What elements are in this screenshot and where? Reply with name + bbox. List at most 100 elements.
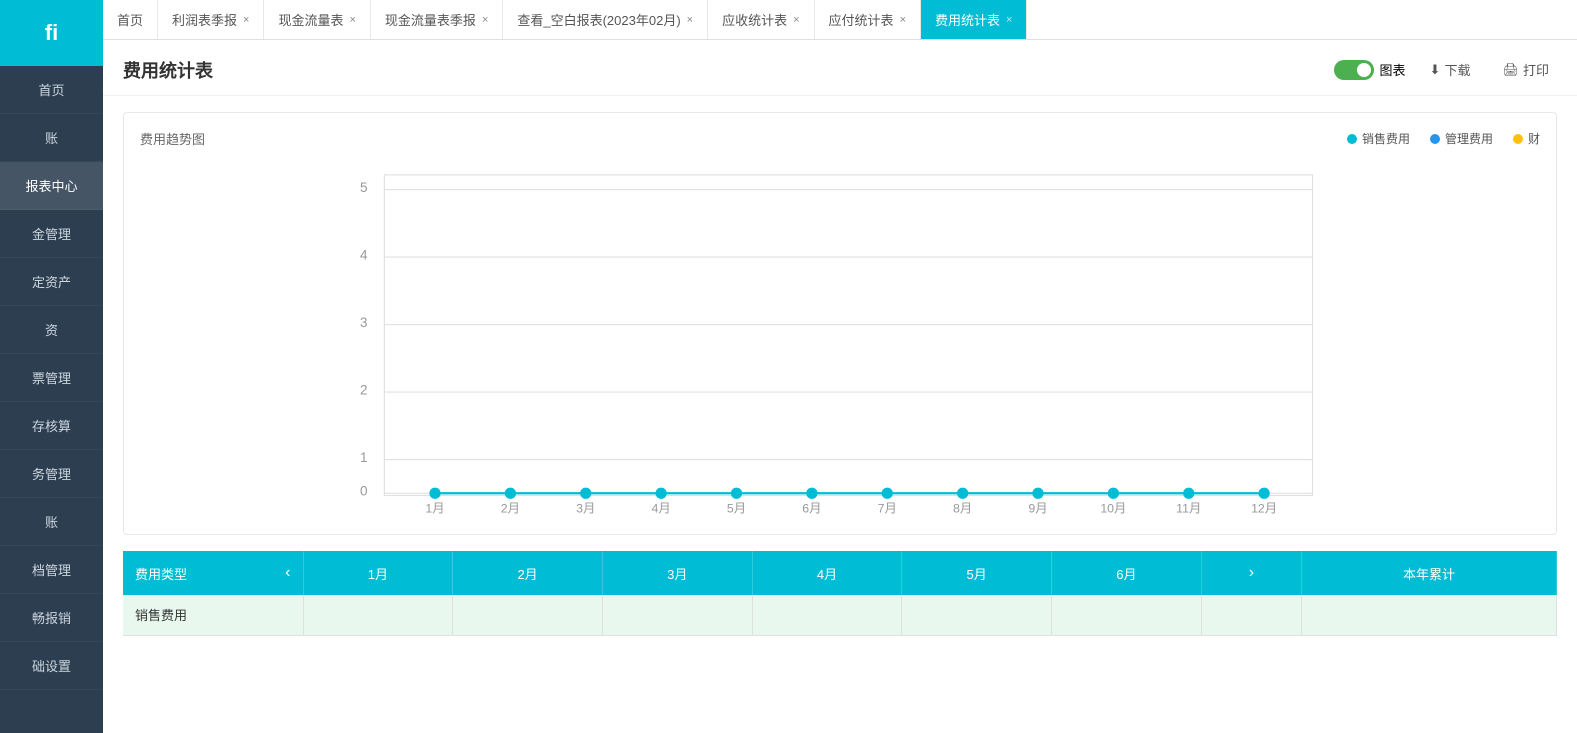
header-actions: 图表 ⬇ 下载 🖨 打印 <box>1334 56 1557 83</box>
legend-finance-expense: 财 <box>1513 130 1540 147</box>
legend-label-sales: 销售费用 <box>1362 130 1410 147</box>
tab-home[interactable]: 首页 <box>103 0 158 40</box>
th-month-4: 4月 <box>752 551 902 595</box>
sidebar-item-home[interactable]: 首页 <box>0 66 103 114</box>
svg-text:11月: 11月 <box>1176 501 1201 515</box>
legend-label-finance: 财 <box>1528 130 1540 147</box>
th-annual-total: 本年累计 <box>1302 551 1557 595</box>
th-month-6: 6月 <box>1052 551 1202 595</box>
svg-text:9月: 9月 <box>1028 501 1047 515</box>
sidebar-item-investment[interactable]: 资 <box>0 306 103 354</box>
type-col-label: 费用类型 <box>135 564 187 583</box>
tab-receivable[interactable]: 应收统计表 × <box>708 0 814 40</box>
th-next-arrow[interactable]: › <box>1201 551 1301 595</box>
svg-text:2月: 2月 <box>501 501 520 515</box>
row-val-6 <box>1052 595 1202 635</box>
tab-expense-stats[interactable]: 费用统计表 × <box>921 0 1027 40</box>
row-val-2 <box>453 595 603 635</box>
svg-text:12月: 12月 <box>1251 501 1277 515</box>
chart-section: 费用趋势图 销售费用 管理费用 财 <box>123 112 1557 535</box>
logo: fi <box>0 0 103 66</box>
row-val-annual <box>1302 595 1557 635</box>
legend-dot-finance <box>1513 134 1523 144</box>
close-tab-payable[interactable]: × <box>900 14 906 26</box>
download-label: 下载 <box>1444 60 1470 79</box>
legend-label-admin: 管理费用 <box>1445 130 1493 147</box>
sidebar-item-expense[interactable]: 畅报销 <box>0 594 103 642</box>
tab-payable[interactable]: 应付统计表 × <box>815 0 921 40</box>
svg-text:6月: 6月 <box>802 501 821 515</box>
chart-title: 费用趋势图 <box>140 129 205 148</box>
svg-text:1: 1 <box>360 450 368 465</box>
sidebar-item-credit[interactable]: 账 <box>0 498 103 546</box>
svg-text:3月: 3月 <box>576 501 595 515</box>
svg-text:5: 5 <box>360 180 368 195</box>
close-tab-receivable[interactable]: × <box>793 14 799 26</box>
legend-dot-sales <box>1347 134 1357 144</box>
legend-dot-admin <box>1430 134 1440 144</box>
row-val-1 <box>303 595 453 635</box>
svg-text:4月: 4月 <box>652 501 671 515</box>
legend-admin-expense: 管理费用 <box>1430 130 1493 147</box>
tab-cashflow[interactable]: 现金流量表 × <box>264 0 370 40</box>
row-type-sales: 销售费用 <box>123 595 303 635</box>
chart-toggle-wrapper: 图表 <box>1334 60 1406 80</box>
close-tab-expense-stats[interactable]: × <box>1006 14 1012 26</box>
page-title: 费用统计表 <box>123 57 213 83</box>
sidebar-item-settings[interactable]: 础设置 <box>0 642 103 690</box>
download-button[interactable]: ⬇ 下载 <box>1422 56 1479 83</box>
chart-legend: 销售费用 管理费用 财 <box>1347 130 1540 147</box>
sidebar-item-account[interactable]: 账 <box>0 114 103 162</box>
row-val-3 <box>602 595 752 635</box>
tab-profit-quarterly[interactable]: 利润表季报 × <box>158 0 264 40</box>
chart-header: 费用趋势图 销售费用 管理费用 财 <box>140 129 1540 148</box>
print-icon: 🖨 <box>1502 62 1519 78</box>
chart-wrapper: 5 4 3 2 1 0 <box>140 158 1540 518</box>
main-area: 首页 利润表季报 × 现金流量表 × 现金流量表季报 × 查看_空白报表(202… <box>103 0 1577 733</box>
row-val-5 <box>902 595 1052 635</box>
print-button[interactable]: 🖨 打印 <box>1494 56 1557 83</box>
svg-text:2: 2 <box>360 382 368 397</box>
svg-text:5月: 5月 <box>727 501 746 515</box>
download-icon: ⬇ <box>1430 62 1441 78</box>
row-val-next <box>1201 595 1301 635</box>
row-val-4 <box>752 595 902 635</box>
sidebar-item-fixed-assets[interactable]: 定资产 <box>0 258 103 306</box>
page-header: 费用统计表 图表 ⬇ 下载 🖨 打印 <box>103 40 1577 96</box>
th-type: 费用类型 ‹ <box>123 551 303 595</box>
trend-chart: 5 4 3 2 1 0 <box>140 158 1540 518</box>
legend-sales-expense: 销售费用 <box>1347 130 1410 147</box>
close-tab-profit-quarterly[interactable]: × <box>243 14 249 26</box>
svg-text:10月: 10月 <box>1100 501 1126 515</box>
sidebar-item-service-mgmt[interactable]: 务管理 <box>0 450 103 498</box>
sidebar-item-report-center[interactable]: 报表中心 <box>0 162 103 210</box>
svg-text:0: 0 <box>360 484 368 499</box>
data-table: 费用类型 ‹ 1月 2月 3月 4月 5月 6月 › 本年累计 <box>123 551 1557 636</box>
sidebar: fi 首页 账 报表中心 金管理 定资产 资 票管理 存核算 务管理 账 档管理… <box>0 0 103 733</box>
close-tab-blank-report[interactable]: × <box>687 14 693 26</box>
tab-cashflow-quarterly[interactable]: 现金流量表季报 × <box>371 0 503 40</box>
chart-toggle-label: 图表 <box>1380 60 1406 79</box>
table-row-sales-expense: 销售费用 <box>123 595 1557 635</box>
close-tab-cashflow-quarterly[interactable]: × <box>482 14 488 26</box>
sidebar-item-inventory[interactable]: 存核算 <box>0 402 103 450</box>
svg-text:8月: 8月 <box>953 501 972 515</box>
close-tab-cashflow[interactable]: × <box>349 14 355 26</box>
svg-text:3: 3 <box>360 315 368 330</box>
svg-text:1月: 1月 <box>425 501 444 515</box>
tab-blank-report[interactable]: 查看_空白报表(2023年02月) × <box>503 0 708 40</box>
table-header-row: 费用类型 ‹ 1月 2月 3月 4月 5月 6月 › 本年累计 <box>123 551 1557 595</box>
prev-month-arrow[interactable]: ‹ <box>285 564 290 582</box>
th-month-2: 2月 <box>453 551 603 595</box>
print-label: 打印 <box>1523 60 1549 79</box>
chart-toggle[interactable] <box>1334 60 1374 80</box>
sidebar-item-invoice-mgmt[interactable]: 票管理 <box>0 354 103 402</box>
svg-text:4: 4 <box>360 247 368 262</box>
th-month-1: 1月 <box>303 551 453 595</box>
sidebar-item-fund-mgmt[interactable]: 金管理 <box>0 210 103 258</box>
svg-text:7月: 7月 <box>878 501 897 515</box>
tabs-bar: 首页 利润表季报 × 现金流量表 × 现金流量表季报 × 查看_空白报表(202… <box>103 0 1577 40</box>
sidebar-item-archive[interactable]: 档管理 <box>0 546 103 594</box>
table-section: 费用类型 ‹ 1月 2月 3月 4月 5月 6月 › 本年累计 <box>123 551 1557 636</box>
page-content: 费用统计表 图表 ⬇ 下载 🖨 打印 费用趋势图 <box>103 40 1577 733</box>
